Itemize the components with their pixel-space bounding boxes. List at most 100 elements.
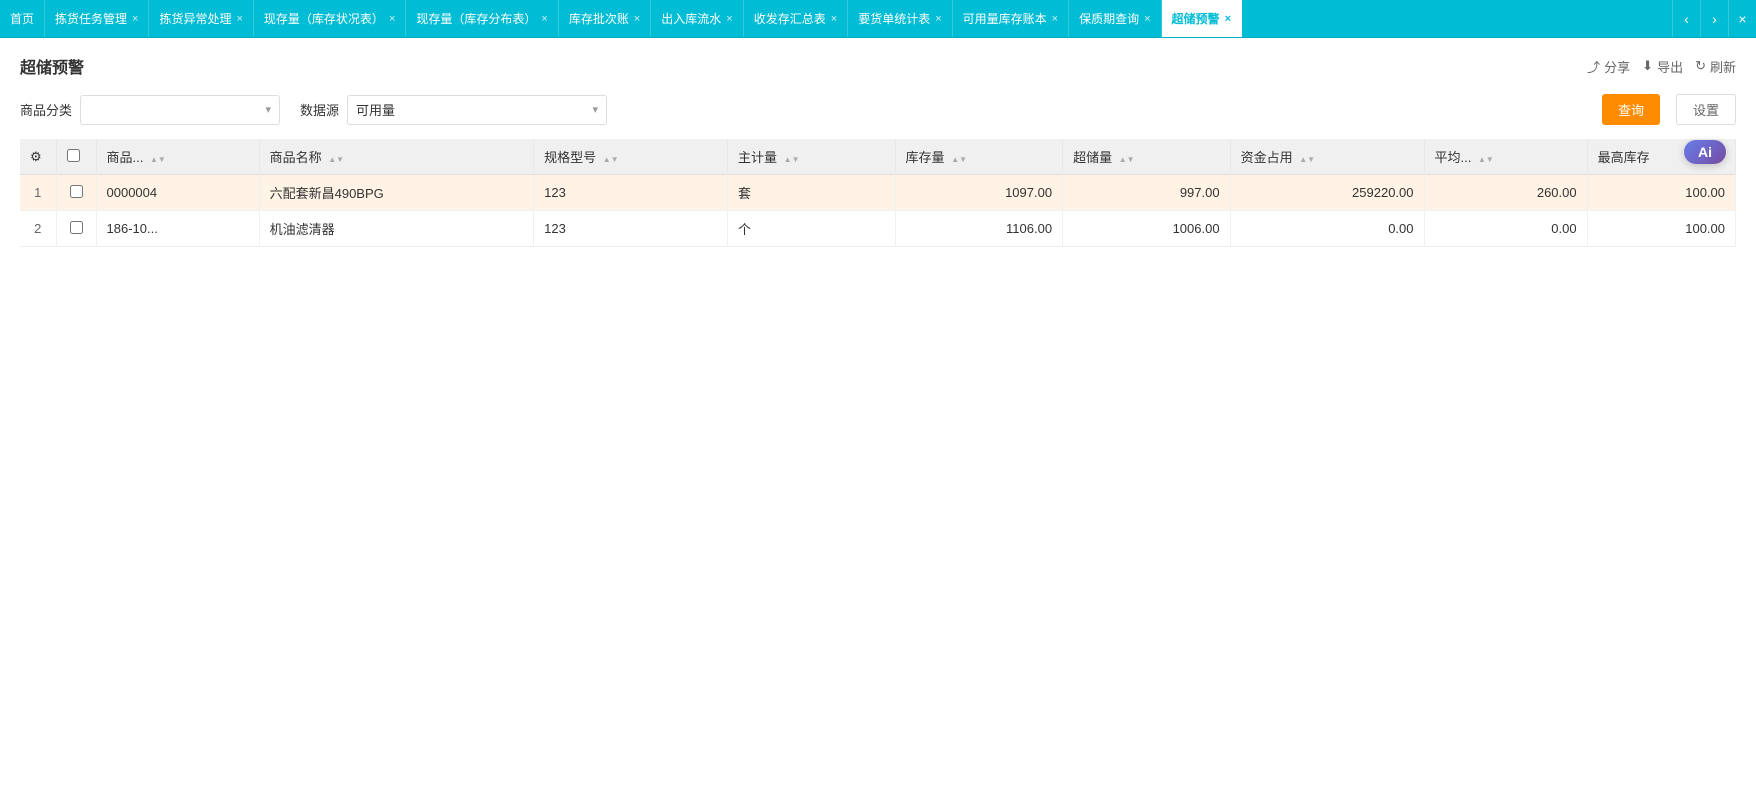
close-tab-order-stat[interactable]: × [935, 13, 941, 25]
close-tab-stock-dist[interactable]: × [541, 13, 547, 25]
close-tab-overstock[interactable]: × [1225, 13, 1231, 25]
tab-label-task-mgmt: 拣货任务管理 [55, 10, 127, 27]
row-2-capital: 0.00 [1230, 211, 1424, 247]
tab-label-summary: 收发存汇总表 [754, 10, 826, 27]
row-1-spec: 123 [534, 175, 728, 211]
col-stock-label: 库存量 [906, 150, 945, 165]
ai-badge[interactable]: Ai [1684, 140, 1726, 164]
nav-close-arrow[interactable]: × [1728, 0, 1756, 38]
gear-icon: ⚙ [30, 149, 42, 164]
col-avg-label: 平均... [1435, 150, 1472, 165]
col-overstock[interactable]: 超储量 ▲▼ [1063, 139, 1231, 175]
page-header: 超储预警 ⤴ 分享 ⬇ 导出 ↻ 刷新 [20, 54, 1736, 78]
datasource-filter: 数据源 可用量 ▾ [300, 95, 607, 125]
col-capital[interactable]: 资金占用 ▲▼ [1230, 139, 1424, 175]
row-1-overstock: 997.00 [1063, 175, 1231, 211]
tab-label-stock-status: 现存量（库存状况表） [264, 10, 384, 27]
nav-tab-task-mgmt[interactable]: 拣货任务管理 × [45, 0, 149, 38]
nav-left-arrow[interactable]: ‹ [1672, 0, 1700, 38]
nav-tab-stock-status[interactable]: 现存量（库存状况表） × [254, 0, 406, 38]
close-tab-batch[interactable]: × [634, 13, 640, 25]
row-1-code: 0000004 [96, 175, 259, 211]
nav-tab-batch[interactable]: 库存批次账 × [559, 0, 651, 38]
nav-tab-home[interactable]: 首页 [0, 0, 45, 38]
close-tab-available[interactable]: × [1052, 13, 1058, 25]
nav-tab-exception[interactable]: 拣货异常处理 × [149, 0, 253, 38]
select-all-checkbox[interactable] [67, 149, 80, 162]
row-2-max-stock: 100.00 [1587, 211, 1735, 247]
row-2-checkbox[interactable] [56, 211, 96, 247]
header-actions: ⤴ 分享 ⬇ 导出 ↻ 刷新 [1587, 57, 1736, 76]
tab-label-stock-dist: 现存量（库存分布表） [416, 10, 536, 27]
nav-right-arrow[interactable]: › [1700, 0, 1728, 38]
category-chevron-icon: ▾ [265, 103, 271, 116]
col-overstock-label: 超储量 [1073, 150, 1112, 165]
tab-label-inout: 出入库流水 [661, 10, 721, 27]
page-content: 超储预警 ⤴ 分享 ⬇ 导出 ↻ 刷新 商品分类 ▾ 数据源 [0, 38, 1756, 800]
share-label: 分享 [1604, 57, 1630, 76]
col-spec[interactable]: 规格型号 ▲▼ [534, 139, 728, 175]
col-unit[interactable]: 主计量 ▲▼ [728, 139, 896, 175]
nav-tab-available[interactable]: 可用量库存账本 × [953, 0, 1069, 38]
col-avg[interactable]: 平均... ▲▼ [1424, 139, 1587, 175]
row-2-unit: 个 [728, 211, 896, 247]
nav-tab-order-stat[interactable]: 要货单统计表 × [848, 0, 952, 38]
close-tab-inout[interactable]: × [726, 13, 732, 25]
nav-tab-inout[interactable]: 出入库流水 × [651, 0, 743, 38]
nav-tab-summary[interactable]: 收发存汇总表 × [744, 0, 848, 38]
close-tab-summary[interactable]: × [831, 13, 837, 25]
category-label: 商品分类 [20, 100, 72, 119]
table-row: 1 0000004 六配套新昌490BPG 123 套 1097.00 997.… [20, 175, 1736, 211]
col-code-label: 商品... [107, 150, 144, 165]
sort-spec-icon: ▲▼ [603, 156, 619, 164]
share-button[interactable]: ⤴ 分享 [1587, 57, 1630, 76]
sort-overstock-icon: ▲▼ [1119, 156, 1135, 164]
col-name[interactable]: 商品名称 ▲▼ [259, 139, 534, 175]
row-1-capital: 259220.00 [1230, 175, 1424, 211]
row-1-stock: 1097.00 [895, 175, 1063, 211]
row-2-num: 2 [20, 211, 56, 247]
row-2-name: 机油滤清器 [259, 211, 534, 247]
sort-avg-icon: ▲▼ [1478, 156, 1494, 164]
close-tab-expiry[interactable]: × [1144, 13, 1150, 25]
col-code[interactable]: 商品... ▲▼ [96, 139, 259, 175]
col-max-stock-label: 最高库存 [1598, 150, 1650, 165]
filter-row: 商品分类 ▾ 数据源 可用量 ▾ 查询 设置 [20, 94, 1736, 125]
page-title: 超储预警 [20, 54, 84, 78]
top-navigation: 首页 拣货任务管理 × 拣货异常处理 × 现存量（库存状况表） × 现存量（库存… [0, 0, 1756, 38]
sort-name-icon: ▲▼ [328, 156, 344, 164]
nav-tab-expiry[interactable]: 保质期查询 × [1069, 0, 1161, 38]
row-2-avg: 0.00 [1424, 211, 1587, 247]
close-tab-task-mgmt[interactable]: × [132, 13, 138, 25]
nav-tab-overstock[interactable]: 超储预警 × [1162, 0, 1242, 38]
row-1-select[interactable] [70, 185, 83, 198]
row-1-name: 六配套新昌490BPG [259, 175, 534, 211]
row-2-select[interactable] [70, 221, 83, 234]
category-select[interactable]: ▾ [80, 95, 280, 125]
refresh-button[interactable]: ↻ 刷新 [1695, 57, 1736, 76]
row-1-unit: 套 [728, 175, 896, 211]
col-gear[interactable]: ⚙ [20, 139, 56, 175]
nav-tab-stock-dist[interactable]: 现存量（库存分布表） × [406, 0, 558, 38]
query-button[interactable]: 查询 [1602, 94, 1660, 125]
row-2-spec: 123 [534, 211, 728, 247]
export-label: 导出 [1657, 57, 1683, 76]
table-row: 2 186-10... 机油滤清器 123 个 1106.00 1006.00 … [20, 211, 1736, 247]
col-checkbox[interactable] [56, 139, 96, 175]
tab-label-expiry: 保质期查询 [1079, 10, 1139, 27]
export-button[interactable]: ⬇ 导出 [1642, 57, 1683, 76]
datasource-select[interactable]: 可用量 ▾ [347, 95, 607, 125]
col-name-label: 商品名称 [270, 150, 322, 165]
col-stock[interactable]: 库存量 ▲▼ [895, 139, 1063, 175]
sort-stock-icon: ▲▼ [951, 156, 967, 164]
tab-label-batch: 库存批次账 [569, 10, 629, 27]
data-table: ⚙ 商品... ▲▼ 商品名称 ▲▼ 规格型号 ▲▼ 主计 [20, 139, 1736, 247]
settings-button[interactable]: 设置 [1676, 94, 1736, 125]
close-tab-stock-status[interactable]: × [389, 13, 395, 25]
datasource-chevron-icon: ▾ [593, 103, 599, 116]
sort-code-icon: ▲▼ [150, 156, 166, 164]
tab-label-overstock: 超储预警 [1172, 10, 1220, 27]
row-1-checkbox[interactable] [56, 175, 96, 211]
table-header-row: ⚙ 商品... ▲▼ 商品名称 ▲▼ 规格型号 ▲▼ 主计 [20, 139, 1736, 175]
close-tab-exception[interactable]: × [236, 13, 242, 25]
